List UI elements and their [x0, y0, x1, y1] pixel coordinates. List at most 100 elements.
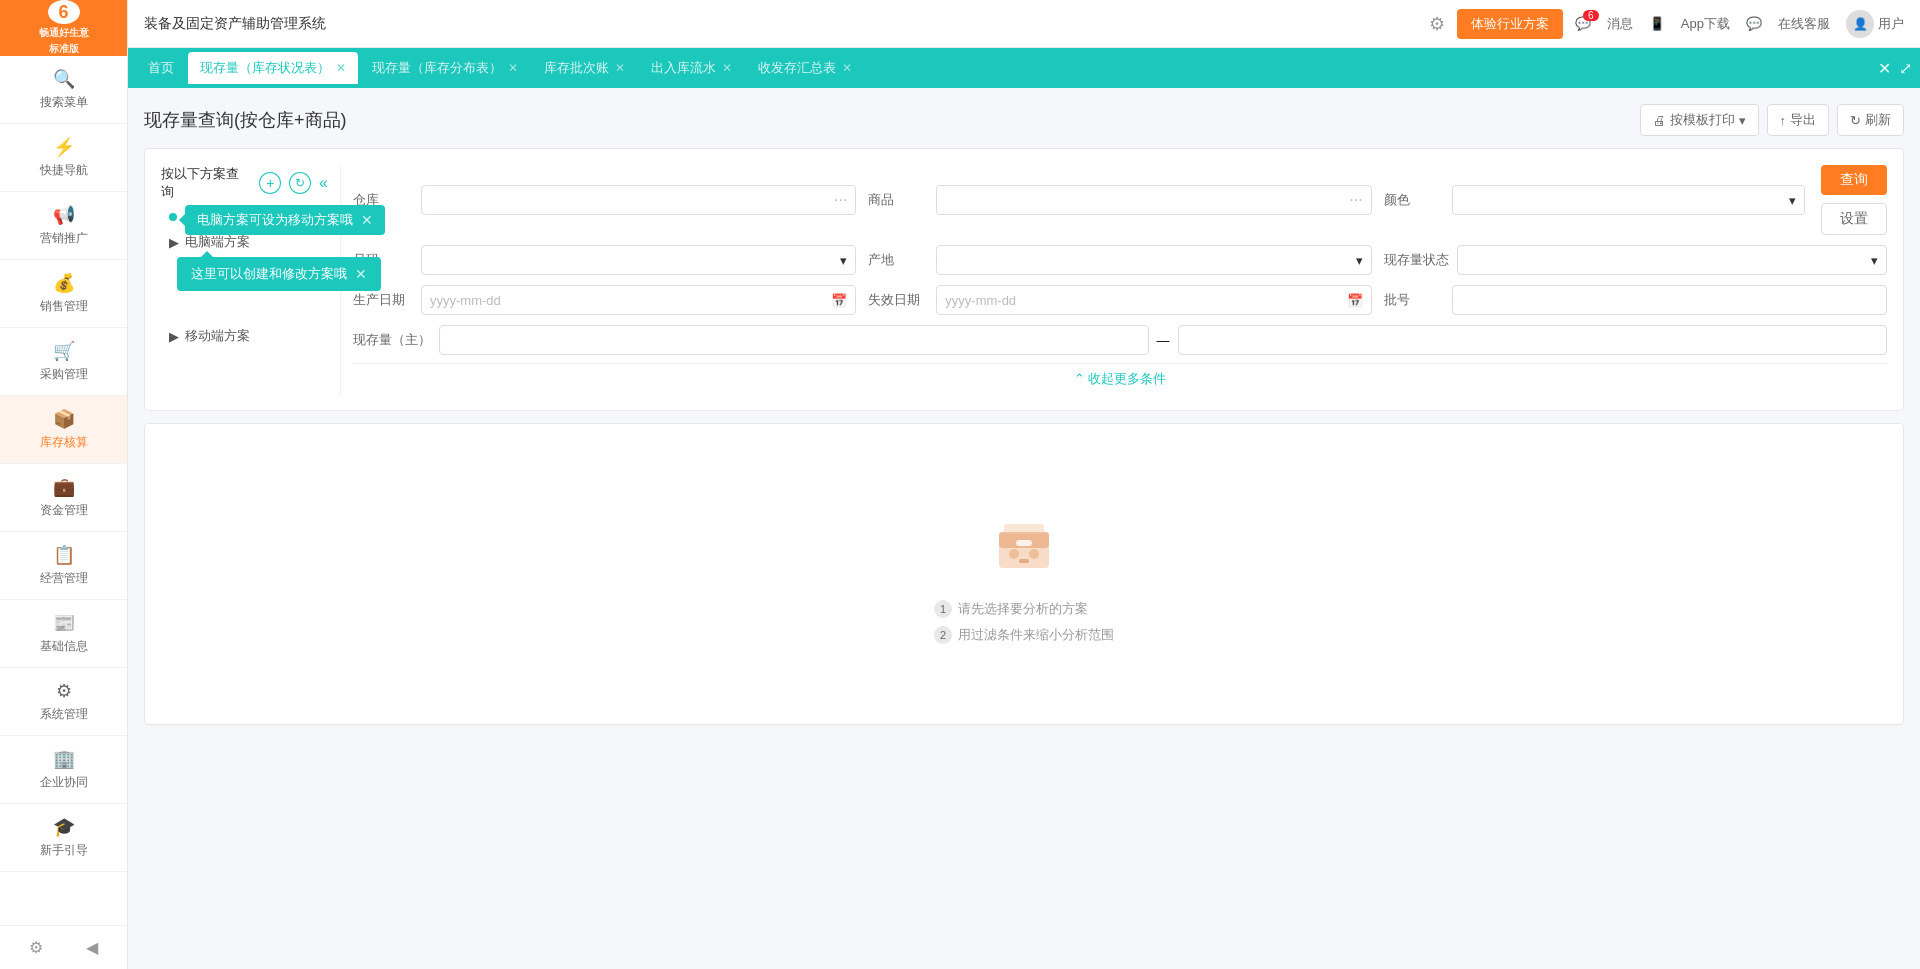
sidebar-icon-purchase: 🛒: [53, 340, 75, 362]
sidebar-label-base-info: 基础信息: [40, 638, 88, 655]
app-name: 畅通好生意: [39, 26, 89, 40]
export-btn[interactable]: ↑ 导出: [1767, 104, 1830, 136]
sidebar-item-inventory[interactable]: 📦 库存核算: [0, 396, 127, 464]
settings-icon[interactable]: ⚙: [1429, 13, 1445, 35]
stock-status-select[interactable]: ▾: [1457, 245, 1887, 275]
calendar-icon[interactable]: 📅: [831, 293, 847, 308]
sidebar-icon-quick-nav: ⚡: [53, 136, 75, 158]
add-scheme-btn[interactable]: +: [259, 172, 281, 194]
tab-close-icon[interactable]: ✕: [615, 62, 625, 74]
svg-rect-6: [1004, 524, 1044, 534]
stock-qty-max[interactable]: [1178, 325, 1888, 355]
sidebar-item-operations[interactable]: 📋 经营管理: [0, 532, 127, 600]
sidebar-icon-guide: 🎓: [53, 816, 75, 838]
tab-close-icon[interactable]: ✕: [508, 62, 518, 74]
refresh-scheme-btn[interactable]: ↻: [289, 172, 311, 194]
sidebar-item-guide[interactable]: 🎓 新手引导: [0, 804, 127, 872]
stock-qty-min[interactable]: [439, 325, 1149, 355]
logo-icon: 6: [48, 0, 80, 24]
warehouse-dotmenu[interactable]: ···: [834, 191, 847, 209]
settings-footer-icon[interactable]: ⚙: [29, 938, 43, 957]
filter-field-exp-date: 失效日期 yyyy-mm-dd 📅: [868, 285, 1371, 315]
goods-select[interactable]: ···: [936, 185, 1371, 215]
step-num-1: 1: [934, 600, 952, 618]
tabbar-right-actions: ✕ ⤢: [1878, 59, 1912, 78]
sidebar-item-marketing[interactable]: 📢 营销推广: [0, 192, 127, 260]
tab-inventory-status[interactable]: 现存量（库存状况表） ✕: [188, 52, 358, 84]
origin-select[interactable]: ▾: [936, 245, 1371, 275]
prod-date-input[interactable]: yyyy-mm-dd 📅: [421, 285, 856, 315]
sidebar-item-sales[interactable]: 💰 销售管理: [0, 260, 127, 328]
filter-row-4: 现存量（主） —: [353, 325, 1887, 355]
sidebar-item-quick-nav[interactable]: ⚡ 快捷导航: [0, 124, 127, 192]
batch-input[interactable]: [1452, 285, 1887, 315]
tooltip-scheme-close[interactable]: ✕: [361, 212, 373, 228]
collapse-sidebar-icon[interactable]: ◀: [86, 938, 98, 957]
svg-point-3: [1009, 549, 1019, 559]
filter-row-3: 生产日期 yyyy-mm-dd 📅 失效日期 yyyy-mm-dd 📅: [353, 285, 1887, 315]
online-service-label[interactable]: 在线客服: [1778, 15, 1830, 33]
color-select[interactable]: ▾: [1452, 185, 1805, 215]
query-btn[interactable]: 查询: [1821, 165, 1887, 195]
tooltip-create-close[interactable]: ✕: [355, 266, 367, 282]
sidebar-item-base-info[interactable]: 📰 基础信息: [0, 600, 127, 668]
user-menu[interactable]: 👤 用户: [1846, 10, 1904, 38]
filter-field-size: 尺码 ▾: [353, 245, 856, 275]
tab-label: 库存批次账: [544, 59, 609, 77]
tab-home[interactable]: 首页: [136, 59, 186, 77]
page-title-actions: 🖨 按模板打印 ▾ ↑ 导出 ↻ 刷新: [1640, 104, 1905, 136]
page-content: 现存量查询(按仓库+商品) 🖨 按模板打印 ▾ ↑ 导出 ↻ 刷新: [128, 88, 1920, 969]
size-select[interactable]: ▾: [421, 245, 856, 275]
sidebar-item-purchase[interactable]: 🛒 采购管理: [0, 328, 127, 396]
goods-dotmenu[interactable]: ···: [1349, 191, 1362, 209]
stock-status-label: 现存量状态: [1384, 251, 1449, 269]
close-all-tabs-icon[interactable]: ✕: [1878, 59, 1891, 78]
tab-batch-inventory[interactable]: 库存批次账 ✕: [532, 52, 637, 84]
tab-receive-summary[interactable]: 收发存汇总表 ✕: [746, 52, 864, 84]
message-label[interactable]: 消息: [1607, 15, 1633, 33]
empty-step-1: 1 请先选择要分析的方案: [934, 600, 1114, 618]
collapse-bar[interactable]: ⌃ 收起更多条件: [353, 363, 1887, 394]
svg-rect-2: [1016, 540, 1032, 546]
tab-close-icon[interactable]: ✕: [336, 62, 346, 74]
scheme-item-mobile[interactable]: ▶ 移动端方案: [161, 323, 328, 349]
topbar-right: 💬 6 消息 📱 App下载 💬 在线客服 👤 用户: [1575, 10, 1904, 38]
filter-field-stock-status: 现存量状态 ▾: [1384, 245, 1887, 275]
tab-in-out-flow[interactable]: 出入库流水 ✕: [639, 52, 744, 84]
goods-label: 商品: [868, 191, 928, 209]
filter-field-batch: 批号: [1384, 285, 1887, 315]
main-filter-area: 仓库 ··· 商品 ···: [353, 165, 1887, 394]
sidebar-item-enterprise[interactable]: 🏢 企业协同: [0, 736, 127, 804]
sidebar-icon-marketing: 📢: [53, 204, 75, 226]
tab-close-icon[interactable]: ✕: [722, 62, 732, 74]
sidebar-item-search[interactable]: 🔍 搜索菜单: [0, 56, 127, 124]
tab-inventory-dist[interactable]: 现存量（库存分布表） ✕: [360, 52, 530, 84]
refresh-btn[interactable]: ↻ 刷新: [1837, 104, 1904, 136]
sidebar-item-system[interactable]: ⚙ 系统管理: [0, 668, 127, 736]
sidebar-item-assets[interactable]: 💼 资金管理: [0, 464, 127, 532]
scheme-arrow-btn[interactable]: «: [319, 174, 328, 192]
export-icon: ↑: [1780, 113, 1787, 128]
message-icon[interactable]: 💬 6: [1575, 16, 1591, 31]
filter-body: 按以下方案查询 + ↻ « 电脑方案可设为移动方案哦 ✕: [161, 165, 1887, 394]
prod-date-label: 生产日期: [353, 291, 413, 309]
app-download-label[interactable]: App下载: [1681, 15, 1730, 33]
filter-field-goods: 商品 ···: [868, 185, 1371, 215]
tabbar: 首页 现存量（库存状况表） ✕ 现存量（库存分布表） ✕ 库存批次账 ✕ 出入库…: [128, 48, 1920, 88]
sidebar-icon-base-info: 📰: [53, 612, 75, 634]
system-name: 装备及固定资产辅助管理系统: [144, 15, 1417, 33]
exp-date-input[interactable]: yyyy-mm-dd 📅: [936, 285, 1371, 315]
tab-label: 现存量（库存状况表）: [200, 59, 330, 77]
reset-btn[interactable]: 设置: [1821, 203, 1887, 235]
sidebar-footer: ⚙ ◀: [0, 925, 127, 969]
industry-btn[interactable]: 体验行业方案: [1457, 9, 1563, 39]
expand-icon[interactable]: ⤢: [1899, 59, 1912, 78]
tab-close-icon[interactable]: ✕: [842, 62, 852, 74]
warehouse-select[interactable]: ···: [421, 185, 856, 215]
calendar-icon[interactable]: 📅: [1347, 293, 1363, 308]
sidebar-icon-enterprise: 🏢: [53, 748, 75, 770]
template-print-btn[interactable]: 🖨 按模板打印 ▾: [1640, 104, 1759, 136]
sidebar-label-guide: 新手引导: [40, 842, 88, 859]
sidebar-label-marketing: 营销推广: [40, 230, 88, 247]
query-reset-btns: 查询 设置: [1821, 165, 1887, 235]
